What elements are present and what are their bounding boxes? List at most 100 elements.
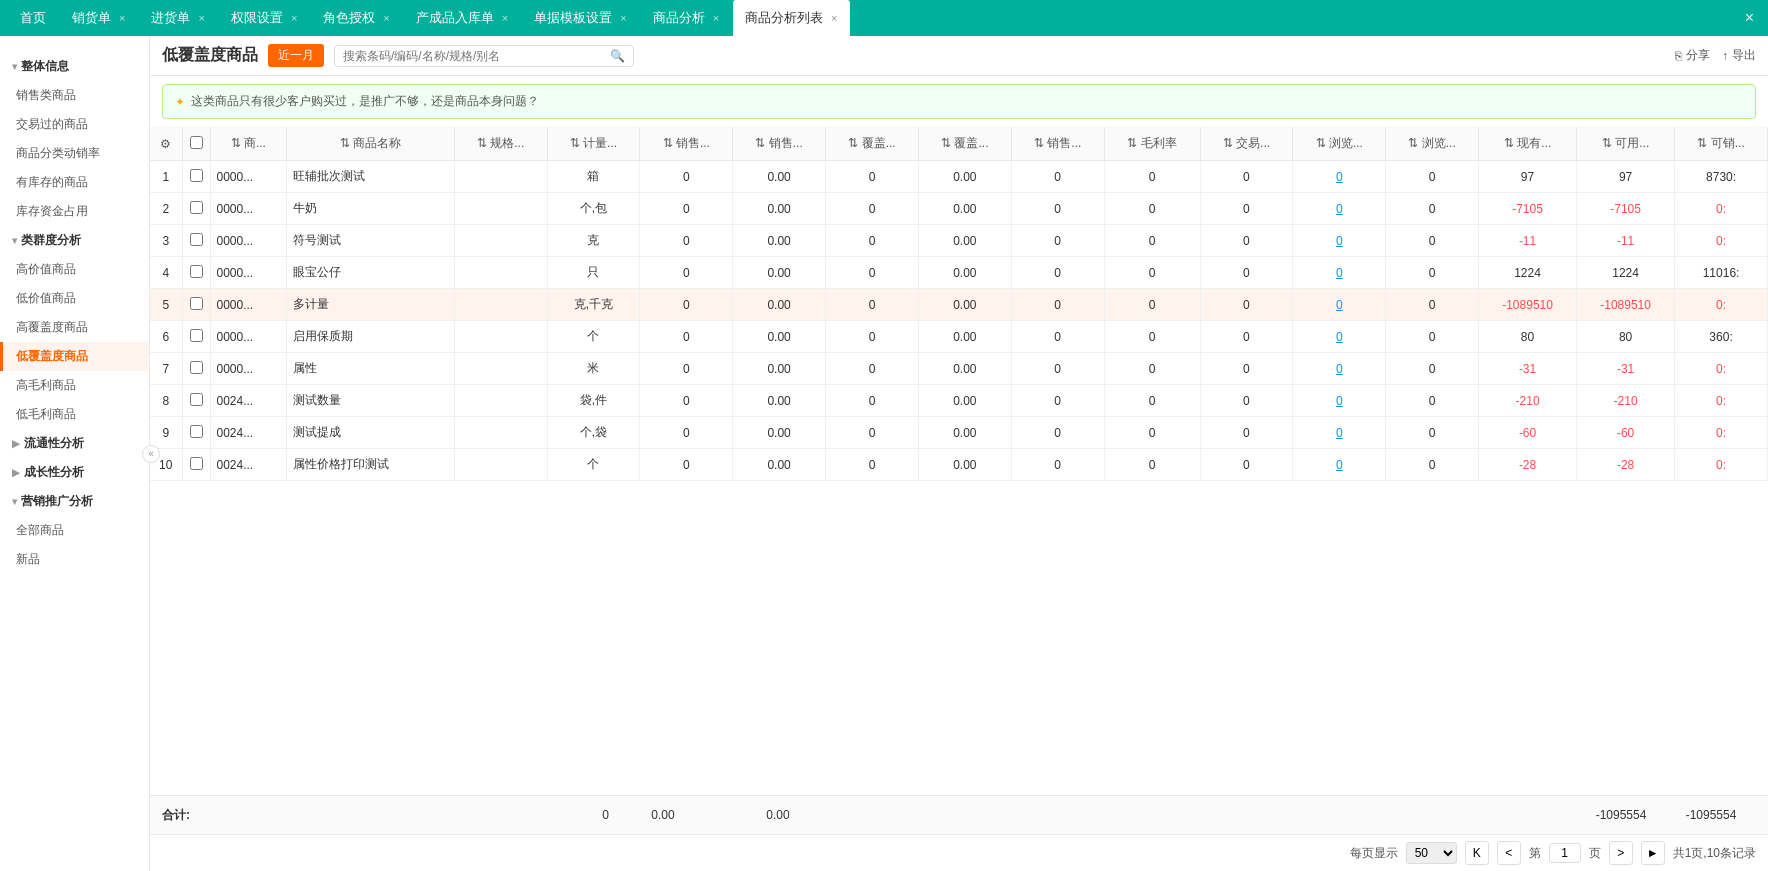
nav-tab-home[interactable]: 首页	[8, 0, 58, 36]
share-button[interactable]: ⎘ 分享	[1675, 47, 1710, 64]
row-cover1: 0	[826, 385, 919, 417]
col-checkbox-header[interactable]	[182, 127, 210, 161]
sidebar-item-high-value[interactable]: 高价值商品	[0, 255, 149, 284]
browse-link[interactable]: 0	[1336, 330, 1343, 344]
sort-icon: ⇅	[848, 136, 858, 150]
table-wrapper[interactable]: ⚙ ⇅ 商... ⇅ 商品名称 ⇅ 规格...	[150, 127, 1768, 795]
close-icon[interactable]: ×	[198, 12, 204, 24]
browse-link[interactable]: 0	[1336, 426, 1343, 440]
row-gross: 0	[1104, 385, 1200, 417]
nav-tab-product-instock[interactable]: 产成品入库单 ×	[404, 0, 520, 36]
browse-link[interactable]: 0	[1336, 266, 1343, 280]
row-browse1[interactable]: 0	[1293, 289, 1386, 321]
browse-link[interactable]: 0	[1336, 362, 1343, 376]
sidebar-group-overall[interactable]: ▾ 整体信息	[0, 52, 149, 81]
browse-link[interactable]: 0	[1336, 202, 1343, 216]
browse-link[interactable]: 0	[1336, 394, 1343, 408]
close-icon[interactable]: ×	[291, 12, 297, 24]
row-select-checkbox[interactable]	[190, 393, 203, 406]
page-label: 第	[1529, 845, 1541, 862]
page-number-input[interactable]	[1549, 843, 1581, 863]
row-checkbox[interactable]	[182, 225, 210, 257]
row-select-checkbox[interactable]	[190, 329, 203, 342]
row-select-checkbox[interactable]	[190, 457, 203, 470]
sidebar-item-traded-goods[interactable]: 交易过的商品	[0, 110, 149, 139]
row-checkbox[interactable]	[182, 449, 210, 481]
sidebar-item-low-margin[interactable]: 低毛利商品	[0, 400, 149, 429]
row-browse1[interactable]: 0	[1293, 449, 1386, 481]
row-browse1[interactable]: 0	[1293, 353, 1386, 385]
close-icon[interactable]: ×	[383, 12, 389, 24]
nav-tab-goods-list[interactable]: 商品分析列表 ×	[733, 0, 849, 36]
export-button[interactable]: ↑ 导出	[1722, 47, 1756, 64]
row-checkbox[interactable]	[182, 321, 210, 353]
sidebar-group-marketing[interactable]: ▾ 营销推广分析	[0, 487, 149, 516]
table-row: 5 0000... 多计量 克,千克 0 0.00 0 0.00 0 0 0 0…	[150, 289, 1768, 321]
row-browse1[interactable]: 0	[1293, 161, 1386, 193]
sidebar-item-category-rate[interactable]: 商品分类动销率	[0, 139, 149, 168]
row-browse1[interactable]: 0	[1293, 417, 1386, 449]
row-browse1[interactable]: 0	[1293, 321, 1386, 353]
row-checkbox[interactable]	[182, 289, 210, 321]
window-close-button[interactable]: ×	[1739, 9, 1760, 27]
next-page-button[interactable]: >	[1609, 841, 1633, 865]
sidebar-item-stock-capital[interactable]: 库存资金占用	[0, 197, 149, 226]
sidebar-group-category-analysis[interactable]: ▾ 类群度分析	[0, 226, 149, 255]
sidebar-item-stock-goods[interactable]: 有库存的商品	[0, 168, 149, 197]
close-icon[interactable]: ×	[119, 12, 125, 24]
sidebar-item-low-coverage[interactable]: 低覆盖度商品	[0, 342, 149, 371]
row-checkbox[interactable]	[182, 417, 210, 449]
row-checkbox[interactable]	[182, 353, 210, 385]
search-input[interactable]	[343, 49, 606, 63]
row-name: 启用保质期	[286, 321, 454, 353]
select-all-checkbox[interactable]	[190, 136, 203, 149]
first-page-button[interactable]: K	[1465, 841, 1489, 865]
col-settings[interactable]: ⚙	[150, 127, 182, 161]
close-icon[interactable]: ×	[620, 12, 626, 24]
row-select-checkbox[interactable]	[190, 425, 203, 438]
nav-tab-purchase[interactable]: 进货单 ×	[139, 0, 216, 36]
search-icon[interactable]: 🔍	[610, 49, 625, 63]
row-select-checkbox[interactable]	[190, 201, 203, 214]
nav-tab-role[interactable]: 角色授权 ×	[311, 0, 401, 36]
nav-tab-permission[interactable]: 权限设置 ×	[219, 0, 309, 36]
nav-tab-template[interactable]: 单据模板设置 ×	[522, 0, 638, 36]
sidebar-item-low-value[interactable]: 低价值商品	[0, 284, 149, 313]
page-size-select[interactable]: 50 100 200	[1406, 842, 1457, 864]
nav-tab-sales[interactable]: 销货单 ×	[60, 0, 137, 36]
sidebar-group-growth[interactable]: ▶ 成长性分析	[0, 458, 149, 487]
row-checkbox[interactable]	[182, 257, 210, 289]
row-browse1[interactable]: 0	[1293, 193, 1386, 225]
row-select-checkbox[interactable]	[190, 265, 203, 278]
browse-link[interactable]: 0	[1336, 170, 1343, 184]
row-browse1[interactable]: 0	[1293, 257, 1386, 289]
nav-tab-goods-analysis[interactable]: 商品分析 ×	[641, 0, 731, 36]
sidebar-item-high-margin[interactable]: 高毛利商品	[0, 371, 149, 400]
sidebar-group-liquidity[interactable]: ▶ 流通性分析	[0, 429, 149, 458]
row-checkbox[interactable]	[182, 385, 210, 417]
prev-page-button[interactable]: <	[1497, 841, 1521, 865]
browse-link[interactable]: 0	[1336, 234, 1343, 248]
row-checkbox[interactable]	[182, 193, 210, 225]
browse-link[interactable]: 0	[1336, 458, 1343, 472]
sidebar-item-all-goods[interactable]: 全部商品	[0, 516, 149, 545]
row-select-checkbox[interactable]	[190, 297, 203, 310]
filter-period-button[interactable]: 近一月	[268, 44, 324, 67]
last-page-button[interactable]: ►	[1641, 841, 1665, 865]
close-icon[interactable]: ×	[831, 12, 837, 24]
row-select-checkbox[interactable]	[190, 169, 203, 182]
browse-link[interactable]: 0	[1336, 298, 1343, 312]
row-select-checkbox[interactable]	[190, 233, 203, 246]
sidebar-item-new-goods[interactable]: 新品	[0, 545, 149, 574]
close-icon[interactable]: ×	[713, 12, 719, 24]
sidebar-item-high-coverage[interactable]: 高覆盖度商品	[0, 313, 149, 342]
col-code-header: ⇅ 商...	[210, 127, 286, 161]
row-browse1[interactable]: 0	[1293, 225, 1386, 257]
row-browse1[interactable]: 0	[1293, 385, 1386, 417]
close-icon[interactable]: ×	[502, 12, 508, 24]
sidebar-item-sales-goods[interactable]: 销售类商品	[0, 81, 149, 110]
row-select-checkbox[interactable]	[190, 361, 203, 374]
row-num: 6	[150, 321, 182, 353]
row-checkbox[interactable]	[182, 161, 210, 193]
settings-icon[interactable]: ⚙	[160, 137, 171, 151]
